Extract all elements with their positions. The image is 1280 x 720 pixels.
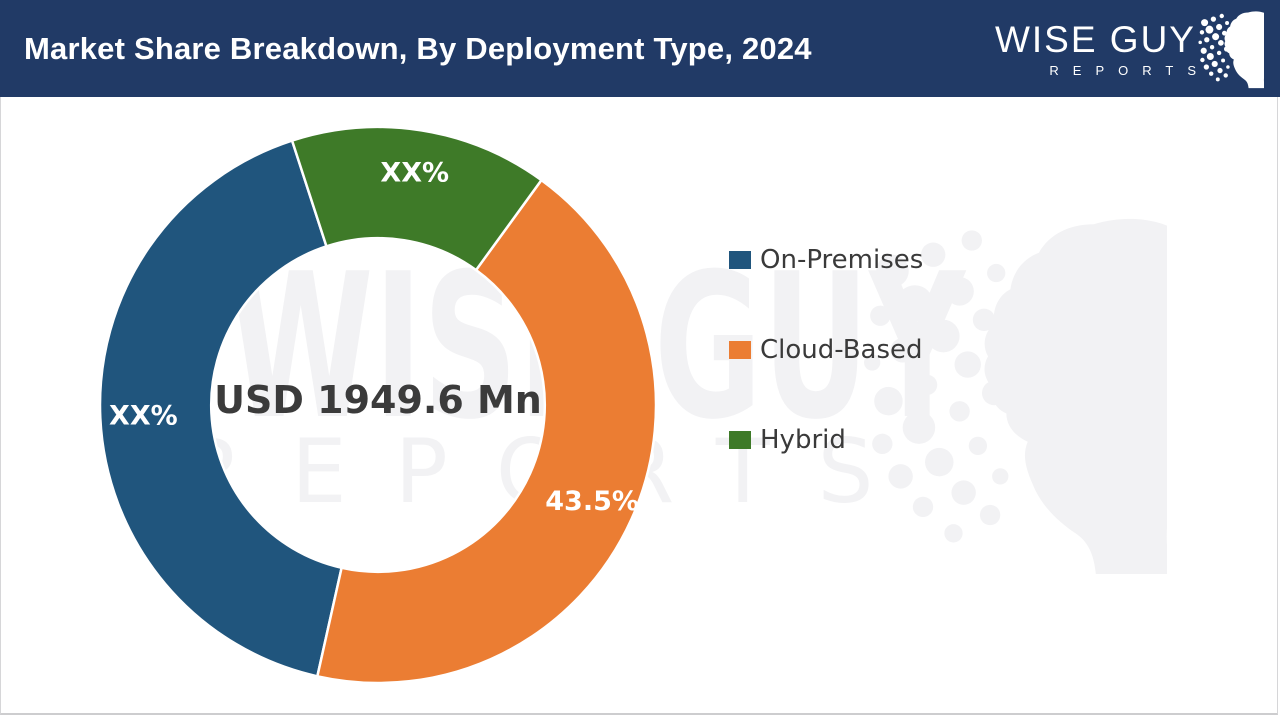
legend-item-on-premises: On-Premises — [729, 245, 924, 275]
legend-label: On-Premises — [760, 245, 924, 275]
legend-label: Cloud-Based — [760, 335, 923, 365]
chart-center-value: USD 1949.6 Mn — [214, 378, 542, 422]
legend-swatch-cloud-based — [729, 341, 751, 359]
infographic: Market Share Breakdown, By Deployment Ty… — [0, 0, 1280, 720]
segment-label: XX% — [109, 401, 178, 432]
legend-item-hybrid: Hybrid — [729, 425, 923, 455]
header-bar: Market Share Breakdown, By Deployment Ty… — [0, 0, 1280, 97]
chart-legend: On-Premises Cloud-Based Hybrid — [729, 245, 924, 516]
segment-label: XX% — [380, 157, 449, 188]
segment-label: 43.5% — [545, 486, 639, 517]
legend-swatch-on-premises — [729, 251, 751, 269]
logo-text: WISE GUY REPORTS — [995, 21, 1196, 77]
logo-wordmark: WISE GUY — [994, 18, 1196, 60]
wise-guy-logo: WISE GUY REPORTS — [995, 9, 1280, 89]
logo-subtext: REPORTS — [1049, 62, 1210, 78]
page-title: Market Share Breakdown, By Deployment Ty… — [24, 30, 812, 66]
legend-label: Hybrid — [760, 425, 846, 455]
logo-head-icon — [1198, 10, 1264, 88]
legend-item-cloud-based: Cloud-Based — [729, 335, 923, 365]
legend-swatch-hybrid — [729, 431, 751, 449]
